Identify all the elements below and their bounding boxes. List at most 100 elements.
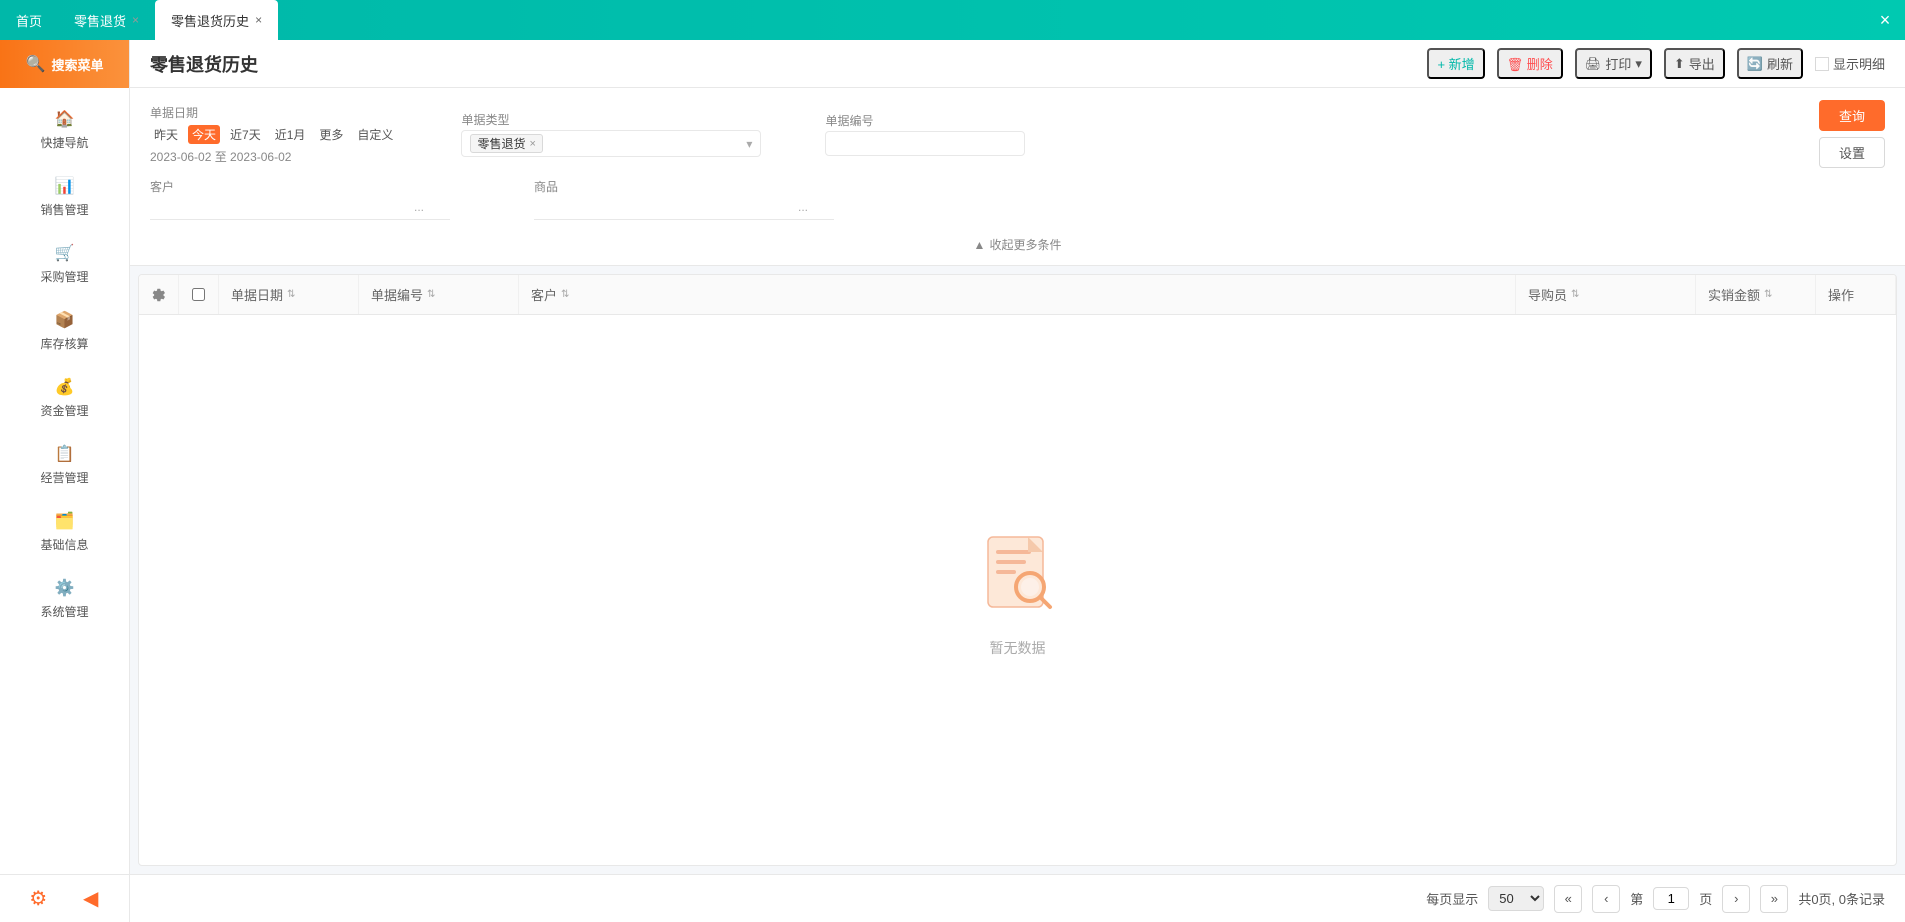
export-button[interactable]: ⬆ 导出 (1664, 48, 1725, 79)
sidebar-item-base-info-label: 基础信息 (40, 536, 88, 553)
page-number-input[interactable] (1653, 887, 1689, 910)
date-quick-buttons: 昨天 今天 近7天 近1月 更多 自定义 (150, 125, 397, 144)
date-btn-1month[interactable]: 近1月 (271, 125, 310, 144)
last-page-button[interactable]: » (1760, 885, 1788, 913)
th-date-sort-icon: ⇅ (287, 289, 295, 300)
th-guide-label: 导购员 (1528, 285, 1567, 304)
base-info-icon: 🗂️ (54, 510, 76, 532)
select-all-checkbox[interactable] (192, 288, 205, 301)
customer-label: 客户 (150, 178, 174, 195)
tab-home[interactable]: 首页 (0, 0, 58, 40)
filter-row-2: 客户 ... 商品 ... (150, 178, 1885, 220)
sidebar-item-sales[interactable]: 📊 销售管理 (0, 163, 129, 230)
refresh-icon: 🔄 (1747, 56, 1763, 72)
sidebar-item-finance[interactable]: 💰 资金管理 (0, 364, 129, 431)
th-date[interactable]: 单据日期 ⇅ (219, 275, 359, 314)
new-button[interactable]: + 新增 (1427, 48, 1484, 79)
sidebar-search-button[interactable]: 🔍 搜索菜单 (0, 40, 129, 88)
voucher-type-select[interactable]: 零售退货 × ▾ (461, 130, 761, 157)
page-title: 零售退货历史 (150, 51, 258, 77)
th-settings[interactable] (139, 275, 179, 314)
show-detail-toggle[interactable]: 显示明细 (1815, 54, 1885, 73)
purchase-icon: 🛒 (54, 242, 76, 264)
empty-illustration (968, 522, 1068, 622)
voucher-type-arrow-icon: ▾ (746, 137, 752, 151)
query-button[interactable]: 查询 (1819, 100, 1885, 131)
th-guide[interactable]: 导购员 ⇅ (1516, 275, 1696, 314)
refresh-label: 刷新 (1767, 54, 1793, 73)
voucher-type-tag-text: 零售退货 (477, 135, 525, 152)
collapse-arrow-icon: ▲ (974, 238, 986, 252)
voucher-type-tag-close[interactable]: × (529, 138, 535, 150)
sidebar-item-operations[interactable]: 📋 经营管理 (0, 431, 129, 498)
window-close-button[interactable]: × (1865, 0, 1905, 40)
finance-icon: 💰 (54, 376, 76, 398)
tab-retail-return-history[interactable]: 零售退货历史 × (155, 0, 278, 40)
collapse-filter-button[interactable]: ▲ 收起更多条件 (150, 230, 1885, 253)
sidebar-item-finance-label: 资金管理 (40, 402, 88, 419)
sidebar-item-base-info[interactable]: 🗂️ 基础信息 (0, 498, 129, 565)
sales-icon: 📊 (54, 175, 76, 197)
first-page-button[interactable]: « (1554, 885, 1582, 913)
sidebar-item-system[interactable]: ⚙️ 系统管理 (0, 565, 129, 632)
print-label: 打印 (1605, 54, 1631, 73)
date-btn-more[interactable]: 更多 (315, 125, 347, 144)
date-filter: 单据日期 昨天 今天 近7天 近1月 更多 自定义 2023-06-02 至 2… (150, 104, 397, 165)
date-btn-custom[interactable]: 自定义 (353, 125, 397, 144)
setting-button[interactable]: 设置 (1819, 137, 1885, 168)
th-action: 操作 (1816, 275, 1896, 314)
th-amount-sort-icon: ⇅ (1764, 289, 1772, 300)
tab-retail-return[interactable]: 零售退货 × (58, 0, 155, 40)
voucher-num-input[interactable] (825, 131, 1025, 156)
system-icon: ⚙️ (54, 577, 76, 599)
sidebar-settings-button[interactable]: ⚙ (22, 883, 54, 915)
date-btn-today[interactable]: 今天 (188, 125, 220, 144)
goods-label: 商品 (534, 178, 558, 195)
print-button[interactable]: 🖨 打印 ▾ (1575, 48, 1652, 79)
operations-icon: 📋 (54, 443, 76, 465)
th-action-label: 操作 (1828, 285, 1854, 304)
top-bar: 首页 零售退货 × 零售退货历史 × × (0, 0, 1905, 40)
delete-button[interactable]: 🗑 删除 (1497, 48, 1563, 79)
th-customer[interactable]: 客户 ⇅ (519, 275, 1516, 314)
voucher-num-filter: 单据编号 (825, 112, 1025, 156)
filter-row-1: 单据日期 昨天 今天 近7天 近1月 更多 自定义 2023-06-02 至 2… (150, 100, 1885, 168)
sidebar-item-purchase[interactable]: 🛒 采购管理 (0, 230, 129, 297)
sidebar-search-label: 搜索菜单 (51, 55, 103, 74)
th-amount[interactable]: 实销金额 ⇅ (1696, 275, 1816, 314)
sidebar-item-quick-nav[interactable]: 🏠 快捷导航 (0, 96, 129, 163)
refresh-button[interactable]: 🔄 刷新 (1737, 48, 1803, 79)
th-voucher[interactable]: 单据编号 ⇅ (359, 275, 519, 314)
customer-input[interactable] (150, 197, 410, 216)
sidebar-item-sales-label: 销售管理 (40, 201, 88, 218)
date-btn-yesterday[interactable]: 昨天 (150, 125, 182, 144)
main-layout: 🔍 搜索菜单 🏠 快捷导航 📊 销售管理 🛒 采购管理 📦 库存核算 💰 (0, 40, 1905, 922)
sidebar: 🔍 搜索菜单 🏠 快捷导航 📊 销售管理 🛒 采购管理 📦 库存核算 💰 (0, 40, 130, 922)
th-customer-label: 客户 (531, 285, 557, 304)
show-detail-checkbox[interactable] (1815, 57, 1829, 71)
per-page-select[interactable]: 50 10 20 100 (1488, 886, 1544, 911)
page-header: 零售退货历史 + 新增 🗑 删除 🖨 打印 ▾ ⬆ 导出 🔄 刷新 (130, 40, 1905, 88)
table-header: 单据日期 ⇅ 单据编号 ⇅ 客户 ⇅ 导购员 ⇅ 实销金额 ⇅ (139, 275, 1896, 315)
next-page-button[interactable]: › (1722, 885, 1750, 913)
date-btn-7days[interactable]: 近7天 (226, 125, 265, 144)
tab-retail-return-history-label: 零售退货历史 (171, 11, 249, 30)
collapse-label: 收起更多条件 (989, 236, 1061, 253)
tab-retail-return-close[interactable]: × (132, 14, 139, 26)
sidebar-item-inventory-label: 库存核算 (40, 335, 88, 352)
total-info: 共0页, 0条记录 (1798, 889, 1885, 908)
voucher-type-tag: 零售退货 × (470, 134, 542, 153)
sidebar-collapse-button[interactable]: ◀ (75, 883, 107, 915)
inventory-icon: 📦 (54, 309, 76, 331)
sidebar-item-inventory[interactable]: 📦 库存核算 (0, 297, 129, 364)
sidebar-item-purchase-label: 采购管理 (40, 268, 88, 285)
customer-filter: 客户 ... (150, 178, 450, 220)
content-area: 零售退货历史 + 新增 🗑 删除 🖨 打印 ▾ ⬆ 导出 🔄 刷新 (130, 40, 1905, 922)
goods-input[interactable] (534, 197, 794, 216)
prev-page-button[interactable]: ‹ (1592, 885, 1620, 913)
tab-retail-return-history-close[interactable]: × (255, 14, 262, 26)
th-voucher-label: 单据编号 (371, 285, 423, 304)
tab-retail-return-label: 零售退货 (74, 11, 126, 30)
sidebar-item-operations-label: 经营管理 (40, 469, 88, 486)
th-checkbox[interactable] (179, 275, 219, 314)
